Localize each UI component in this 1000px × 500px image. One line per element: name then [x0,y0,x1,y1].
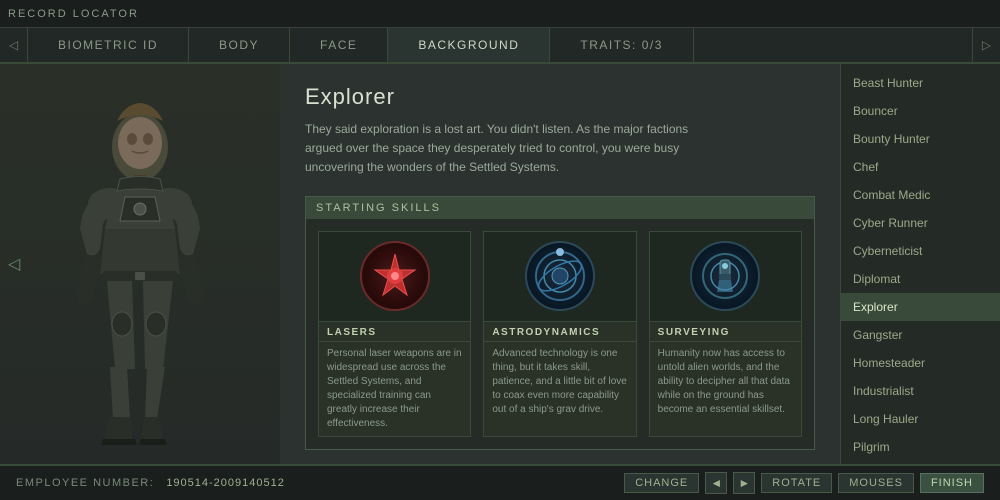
skill-icon-astro-area [484,232,635,322]
bg-item-bounty-hunter[interactable]: Bounty Hunter [841,125,1000,153]
skill-desc-surveying: Humanity now has access to untold alien … [650,342,801,422]
tab-biometric-id[interactable]: BIOMETRIC ID [28,28,189,62]
bg-item-long-hauler[interactable]: Long Hauler [841,405,1000,433]
skill-card-lasers: LASERS Personal laser weapons are in wid… [318,231,471,437]
skills-header: STARTING SKILLS [306,197,814,219]
skill-badge-survey [690,241,760,311]
skill-card-astrodynamics: ASTRODYNAMICS Advanced technology is one… [483,231,636,437]
bg-item-combat-medic[interactable]: Combat Medic [841,181,1000,209]
nav-tabs: ◁ BIOMETRIC ID BODY FACE BACKGROUND TRAI… [0,28,1000,64]
skills-grid: LASERS Personal laser weapons are in wid… [306,219,814,449]
character-figure [35,99,245,464]
skills-section: STARTING SKILLS LASERS Pe [305,196,815,450]
tab-background[interactable]: BACKGROUND [388,28,550,62]
details-panel: Explorer They said exploration is a lost… [280,64,840,464]
arrow-right-button[interactable]: ► [733,472,755,494]
change-button[interactable]: CHANGE [624,473,699,493]
skill-badge-astro [525,241,595,311]
bg-item-professor[interactable]: Professor [841,461,1000,464]
backgrounds-panel: Beast Hunter Bouncer Bounty Hunter Chef … [840,64,1000,464]
bg-item-explorer[interactable]: Explorer [841,293,1000,321]
skill-desc-astrodynamics: Advanced technology is one thing, but it… [484,342,635,422]
skill-icon-survey-area [650,232,801,322]
main-content: ◁ [0,64,1000,464]
background-title: Explorer [305,84,815,110]
finish-button[interactable]: FINISH [920,473,984,493]
character-panel: ◁ [0,64,280,464]
skill-badge-lasers [360,241,430,311]
employee-number: 190514-2009140512 [166,477,285,489]
skill-name-surveying: SURVEYING [650,322,801,342]
skill-icon-lasers-area [319,232,470,322]
nav-right-bracket[interactable]: ▷ [972,28,1000,62]
skill-name-astrodynamics: ASTRODYNAMICS [484,322,635,342]
record-locator-title: RECORD LOCATOR [8,8,139,20]
skill-desc-lasers: Personal laser weapons are in widespread… [319,342,470,436]
bottom-bar: EMPLOYEE NUMBER: 190514-2009140512 CHANG… [0,464,1000,500]
tab-body[interactable]: BODY [189,28,290,62]
bg-item-homesteader[interactable]: Homesteader [841,349,1000,377]
bg-item-industrialist[interactable]: Industrialist [841,377,1000,405]
bg-item-pilgrim[interactable]: Pilgrim [841,433,1000,461]
bg-item-beast-hunter[interactable]: Beast Hunter [841,69,1000,97]
bottom-actions: CHANGE ◄ ► ROTATE MOUSES FINISH [624,472,984,494]
top-bar: RECORD LOCATOR [0,0,1000,28]
skill-name-lasers: LASERS [319,322,470,342]
bg-item-chef[interactable]: Chef [841,153,1000,181]
character-nav-arrow: ◁ [8,254,20,274]
nav-left-bracket[interactable]: ◁ [0,28,28,62]
bg-item-diplomat[interactable]: Diplomat [841,265,1000,293]
bg-item-bouncer[interactable]: Bouncer [841,97,1000,125]
mouses-button[interactable]: MOUSES [838,473,914,493]
bg-item-cyberneticist[interactable]: Cyberneticist [841,237,1000,265]
tab-face[interactable]: FACE [290,28,388,62]
rotate-button[interactable]: ROTATE [761,473,832,493]
skill-card-surveying: SURVEYING Humanity now has access to unt… [649,231,802,437]
background-description: They said exploration is a lost art. You… [305,120,725,178]
tab-traits[interactable]: TRAITS: 0/3 [550,28,694,62]
bg-item-gangster[interactable]: Gangster [841,321,1000,349]
arrow-left-button[interactable]: ◄ [705,472,727,494]
bg-item-cyber-runner[interactable]: Cyber Runner [841,209,1000,237]
employee-label: EMPLOYEE NUMBER: [16,477,154,489]
